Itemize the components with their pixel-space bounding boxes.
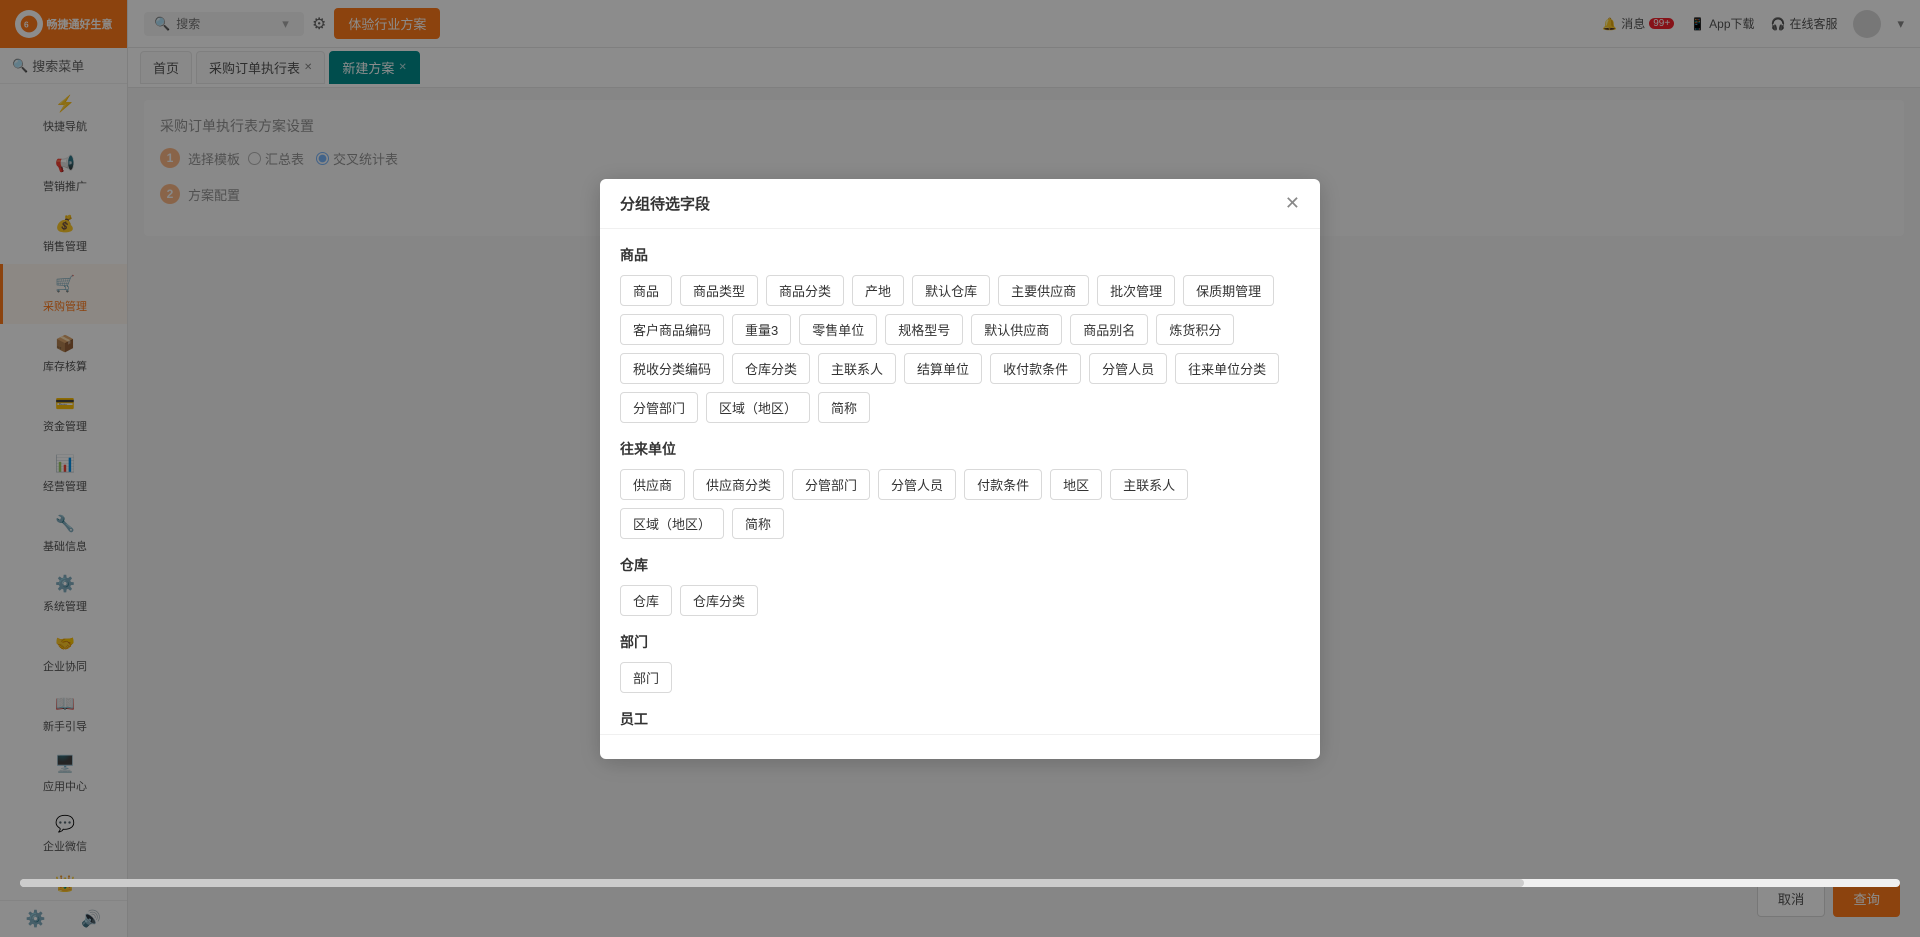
field-tags-product: 商品商品类型商品分类产地默认仓库主要供应商批次管理保质期管理客户商品编码重量3 零… [620,275,1300,423]
field-tag-product-17[interactable]: 主联系人 [818,353,896,384]
field-tag-counterpart-8[interactable]: 简称 [732,508,784,539]
field-tag-counterpart-1[interactable]: 供应商分类 [693,469,784,500]
modal-close-btn[interactable]: ✕ [1285,194,1300,212]
h-scrollbar-thumb[interactable] [20,879,1524,887]
field-tag-product-20[interactable]: 分管人员 [1089,353,1167,384]
section-title-product: 商品 [620,245,1300,265]
field-tag-product-10[interactable]: 零售单位 [799,314,877,345]
field-tag-product-2[interactable]: 商品分类 [766,275,844,306]
field-tag-warehouse-0[interactable]: 仓库 [620,585,672,616]
field-tag-product-7[interactable]: 保质期管理 [1183,275,1274,306]
field-tags-counterpart: 供应商供应商分类分管部门分管人员付款条件地区主联系人区域（地区） 简称 [620,469,1300,539]
section-title-employee: 员工 [620,709,1300,729]
modal-header: 分组待选字段 ✕ [600,179,1320,229]
field-tag-counterpart-5[interactable]: 地区 [1050,469,1102,500]
field-tag-product-15[interactable]: 税收分类编码 [620,353,724,384]
field-tag-product-14[interactable]: 炼货积分 [1156,314,1234,345]
section-warehouse: 仓库仓库仓库分类 [620,555,1300,616]
section-title-warehouse: 仓库 [620,555,1300,575]
field-tag-product-0[interactable]: 商品 [620,275,672,306]
field-tag-department-0[interactable]: 部门 [620,662,672,693]
field-tag-counterpart-2[interactable]: 分管部门 [792,469,870,500]
field-tag-counterpart-4[interactable]: 付款条件 [964,469,1042,500]
field-tag-warehouse-1[interactable]: 仓库分类 [680,585,758,616]
field-tag-product-24[interactable]: 简称 [818,392,870,423]
modal-body: 商品商品商品类型商品分类产地默认仓库主要供应商批次管理保质期管理客户商品编码重量… [600,229,1320,734]
field-tag-product-23[interactable]: 区域（地区） [706,392,810,423]
field-tags-department: 部门 [620,662,1300,693]
field-tag-product-9[interactable]: 重量3 [732,314,791,345]
field-tag-product-18[interactable]: 结算单位 [904,353,982,384]
field-tag-product-6[interactable]: 批次管理 [1097,275,1175,306]
modal-title: 分组待选字段 [620,193,710,214]
section-counterpart: 往来单位供应商供应商分类分管部门分管人员付款条件地区主联系人区域（地区） 简称 [620,439,1300,539]
field-tag-product-19[interactable]: 收付款条件 [990,353,1081,384]
field-tag-product-22[interactable]: 分管部门 [620,392,698,423]
modal-overlay: 分组待选字段 ✕ 商品商品商品类型商品分类产地默认仓库主要供应商批次管理保质期管… [0,0,1920,937]
field-tag-product-5[interactable]: 主要供应商 [998,275,1089,306]
field-tag-product-16[interactable]: 仓库分类 [732,353,810,384]
field-tag-product-3[interactable]: 产地 [852,275,904,306]
field-tag-counterpart-6[interactable]: 主联系人 [1110,469,1188,500]
field-tag-product-11[interactable]: 规格型号 [885,314,963,345]
section-product: 商品商品商品类型商品分类产地默认仓库主要供应商批次管理保质期管理客户商品编码重量… [620,245,1300,423]
section-employee: 员工业务员 [620,709,1300,734]
field-select-modal: 分组待选字段 ✕ 商品商品商品类型商品分类产地默认仓库主要供应商批次管理保质期管… [600,179,1320,759]
modal-footer [600,734,1320,759]
field-tag-product-1[interactable]: 商品类型 [680,275,758,306]
field-tag-product-21[interactable]: 往来单位分类 [1175,353,1279,384]
field-tag-counterpart-7[interactable]: 区域（地区） [620,508,724,539]
section-title-counterpart: 往来单位 [620,439,1300,459]
field-tag-product-12[interactable]: 默认供应商 [971,314,1062,345]
section-title-department: 部门 [620,632,1300,652]
h-scrollbar-track [20,879,1900,887]
section-department: 部门部门 [620,632,1300,693]
field-tag-counterpart-0[interactable]: 供应商 [620,469,685,500]
field-tag-product-8[interactable]: 客户商品编码 [620,314,724,345]
field-tag-product-4[interactable]: 默认仓库 [912,275,990,306]
field-tags-warehouse: 仓库仓库分类 [620,585,1300,616]
field-tag-product-13[interactable]: 商品别名 [1070,314,1148,345]
field-tag-counterpart-3[interactable]: 分管人员 [878,469,956,500]
